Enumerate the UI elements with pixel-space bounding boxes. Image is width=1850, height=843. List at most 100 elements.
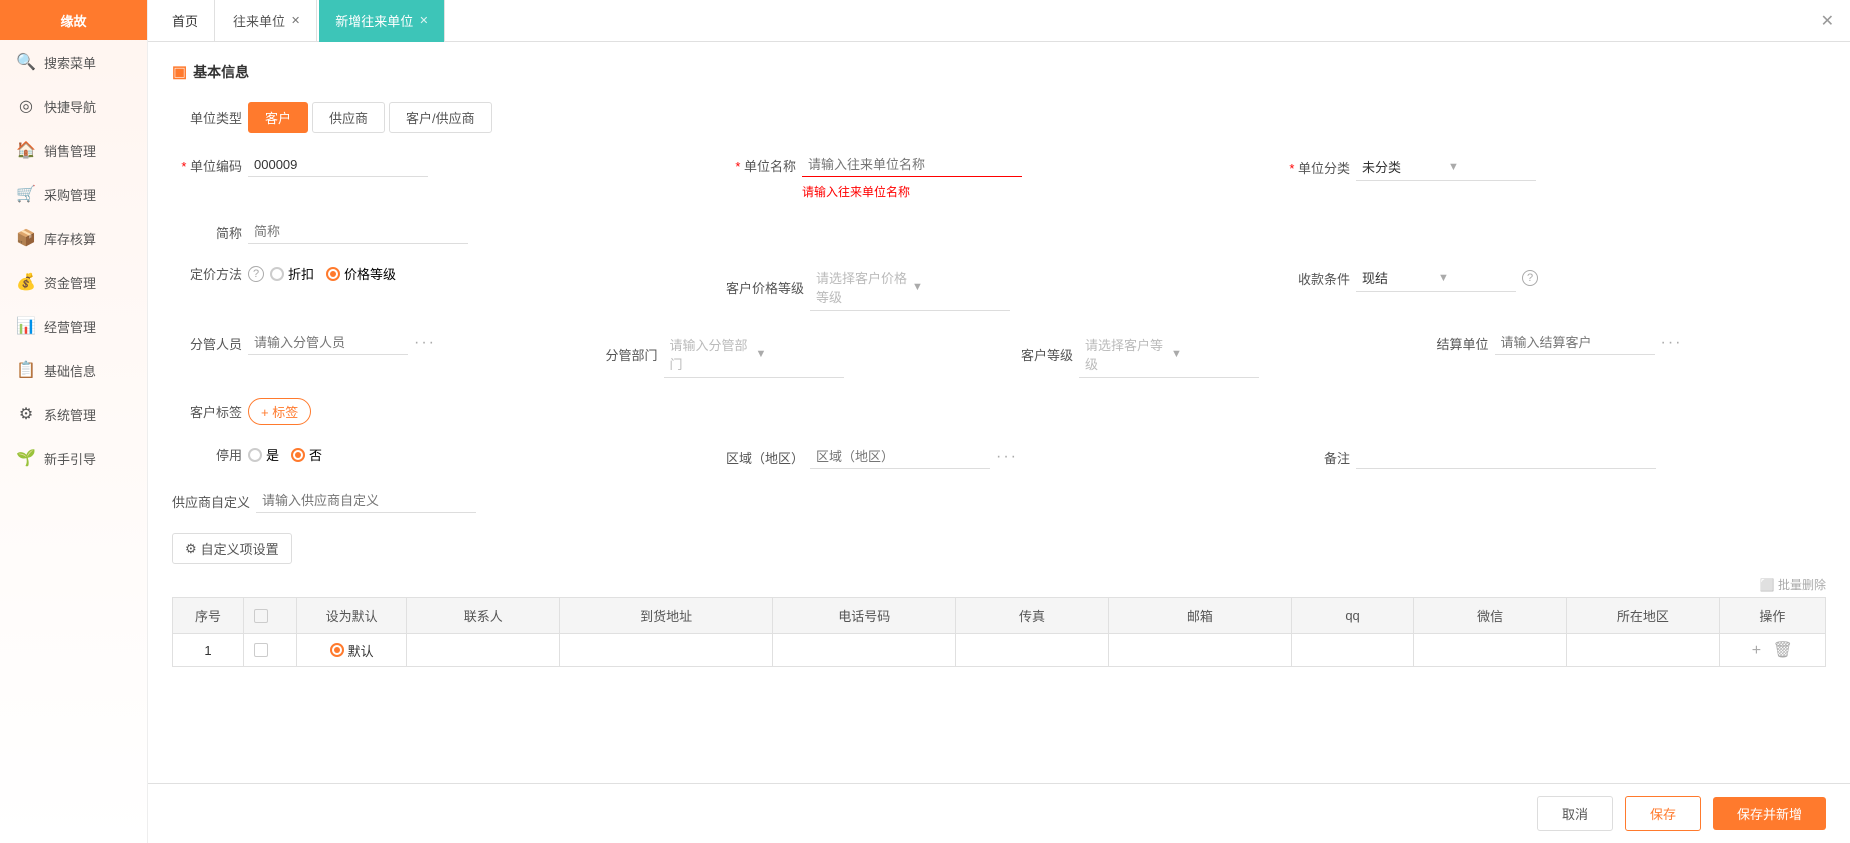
row-wechat[interactable]: [1414, 634, 1567, 667]
radio-price-level[interactable]: 价格等级: [326, 264, 396, 283]
unit-category-select[interactable]: 未分类 ▼: [1356, 153, 1536, 181]
customer-price-level-select[interactable]: 请选择客户价格等级 ▼: [810, 264, 1010, 311]
row-add-btn[interactable]: +: [1752, 642, 1761, 659]
unit-category-group: 单位分类 未分类 ▼: [1280, 153, 1826, 181]
manager-group: 分管人员 ···: [172, 331, 580, 355]
sidebar-item-quicknav[interactable]: ◎ 快捷导航: [0, 84, 147, 128]
row-email[interactable]: [1108, 634, 1291, 667]
sidebar-item-label: 资金管理: [44, 273, 96, 292]
row-wechat-input[interactable]: [1450, 643, 1530, 658]
row-region[interactable]: [1566, 634, 1719, 667]
save-button[interactable]: 保存: [1625, 796, 1701, 831]
sidebar-item-label: 新手引导: [44, 449, 96, 468]
region-input[interactable]: [810, 445, 990, 469]
radio-discount-circle: [270, 267, 284, 281]
row-fax[interactable]: [956, 634, 1109, 667]
pricing-method-label: 定价方法: [172, 264, 242, 283]
tab-home[interactable]: 首页: [156, 0, 215, 42]
newbie-icon: 🌱: [16, 448, 36, 468]
row-address[interactable]: [560, 634, 773, 667]
dept-group: 分管部门 请输入分管部门 ▼: [588, 331, 996, 378]
sidebar-item-label: 经营管理: [44, 317, 96, 336]
form-content: ▣ 基本信息 单位类型 客户 供应商 客户/供应商 单位编码 单位名称: [148, 42, 1850, 783]
sidebar-item-inventory[interactable]: 📦 库存核算: [0, 216, 147, 260]
row-phone[interactable]: [773, 634, 956, 667]
supplier-custom-input[interactable]: [256, 489, 476, 513]
tab-partners[interactable]: 往来单位 ✕: [217, 0, 317, 42]
supplier-custom-row: 供应商自定义: [172, 489, 1826, 513]
settlement-unit-input[interactable]: [1495, 331, 1655, 355]
region-label: 区域（地区）: [726, 448, 804, 467]
sidebar-item-label: 销售管理: [44, 141, 96, 160]
unit-btn-customer[interactable]: 客户: [248, 102, 308, 133]
pricing-info-icon[interactable]: ?: [248, 266, 264, 282]
manager-more-btn[interactable]: ···: [414, 334, 436, 352]
short-name-input[interactable]: [248, 220, 468, 244]
pricing-row: 定价方法 ? 折扣 价格等级 客户价格等级 请选择客户价格等级: [172, 264, 1826, 311]
add-tag-btn[interactable]: + 标签: [248, 398, 311, 425]
table-row: 1 默认: [173, 634, 1826, 667]
system-icon: ⚙: [16, 404, 36, 424]
sidebar-item-search[interactable]: 🔍 搜索菜单: [0, 40, 147, 84]
sidebar-item-label: 库存核算: [44, 229, 96, 248]
remark-input[interactable]: [1356, 445, 1656, 469]
bulk-delete-btn[interactable]: ⬜ 批量删除: [172, 576, 1826, 593]
unit-btn-both[interactable]: 客户/供应商: [389, 102, 492, 133]
unit-btn-supplier[interactable]: 供应商: [312, 102, 385, 133]
payment-terms-group: 收款条件 现结 ▼ ?: [1280, 264, 1826, 292]
price-level-chevron: ▼: [912, 281, 1004, 293]
col-phone: 电话号码: [773, 598, 956, 634]
custom-settings-btn[interactable]: ⚙ 自定义项设置: [172, 533, 292, 564]
remark-label: 备注: [1280, 448, 1350, 467]
row-default-radio[interactable]: 默认: [307, 641, 396, 660]
tab-partners-close[interactable]: ✕: [291, 14, 300, 27]
row-address-input[interactable]: [606, 643, 726, 658]
customer-level-select[interactable]: 请选择客户等级 ▼: [1079, 331, 1259, 378]
tab-new-partner-close[interactable]: ✕: [419, 14, 428, 27]
settlement-more-btn[interactable]: ···: [1661, 334, 1683, 352]
tab-bar-close-all[interactable]: ✕: [1813, 7, 1842, 35]
row-checkbox[interactable]: [254, 643, 268, 657]
row-delete-btn[interactable]: 🗑: [1773, 642, 1793, 659]
row-contact-input[interactable]: [443, 643, 523, 658]
tag-group: 客户标签 + 标签: [172, 398, 1826, 425]
supplier-custom-label: 供应商自定义: [172, 492, 250, 511]
row-qq[interactable]: [1291, 634, 1413, 667]
radio-discount[interactable]: 折扣: [270, 264, 314, 283]
sidebar-item-system[interactable]: ⚙ 系统管理: [0, 392, 147, 436]
sidebar-item-basic[interactable]: 📋 基础信息: [0, 348, 147, 392]
payment-terms-info-icon[interactable]: ?: [1522, 270, 1538, 286]
unit-name-input[interactable]: [802, 153, 1022, 177]
row-email-input[interactable]: [1150, 643, 1250, 658]
row-fax-input[interactable]: [992, 643, 1072, 658]
region-group: 区域（地区） ···: [726, 445, 1272, 469]
cancel-button[interactable]: 取消: [1537, 796, 1613, 831]
row-phone-input[interactable]: [814, 643, 914, 658]
unit-category-chevron: ▼: [1448, 161, 1530, 173]
radio-disabled-yes[interactable]: 是: [248, 445, 279, 464]
manager-label: 分管人员: [172, 334, 242, 353]
row-region-input[interactable]: [1603, 643, 1683, 658]
region-more-btn[interactable]: ···: [996, 448, 1018, 466]
dept-select[interactable]: 请输入分管部门 ▼: [664, 331, 844, 378]
unit-type-buttons: 客户 供应商 客户/供应商: [248, 102, 492, 133]
payment-terms-select[interactable]: 现结 ▼: [1356, 264, 1516, 292]
save-new-button[interactable]: 保存并新增: [1713, 797, 1826, 830]
contacts-table: 序号 设为默认 联系人 到货地址 电话号码 传真 邮箱 qq 微信 所在地区 操…: [172, 597, 1826, 667]
sidebar-item-sales[interactable]: 🏠 销售管理: [0, 128, 147, 172]
sidebar-item-newbie[interactable]: 🌱 新手引导: [0, 436, 147, 480]
row-contact[interactable]: [407, 634, 560, 667]
select-all-checkbox[interactable]: [254, 609, 268, 623]
settlement-unit-group: 结算单位 ···: [1419, 331, 1827, 355]
tab-new-partner[interactable]: 新增往来单位 ✕: [319, 0, 445, 42]
unit-code-input[interactable]: [248, 153, 428, 177]
sidebar-item-finance[interactable]: 💰 资金管理: [0, 260, 147, 304]
sidebar-item-purchase[interactable]: 🛒 采购管理: [0, 172, 147, 216]
radio-price-level-circle: [326, 267, 340, 281]
manager-input[interactable]: [248, 331, 408, 355]
payment-terms-chevron: ▼: [1438, 272, 1510, 284]
radio-disabled-no[interactable]: 否: [291, 445, 322, 464]
tag-row: 客户标签 + 标签: [172, 398, 1826, 425]
row-qq-input[interactable]: [1323, 643, 1383, 658]
sidebar-item-operations[interactable]: 📊 经营管理: [0, 304, 147, 348]
